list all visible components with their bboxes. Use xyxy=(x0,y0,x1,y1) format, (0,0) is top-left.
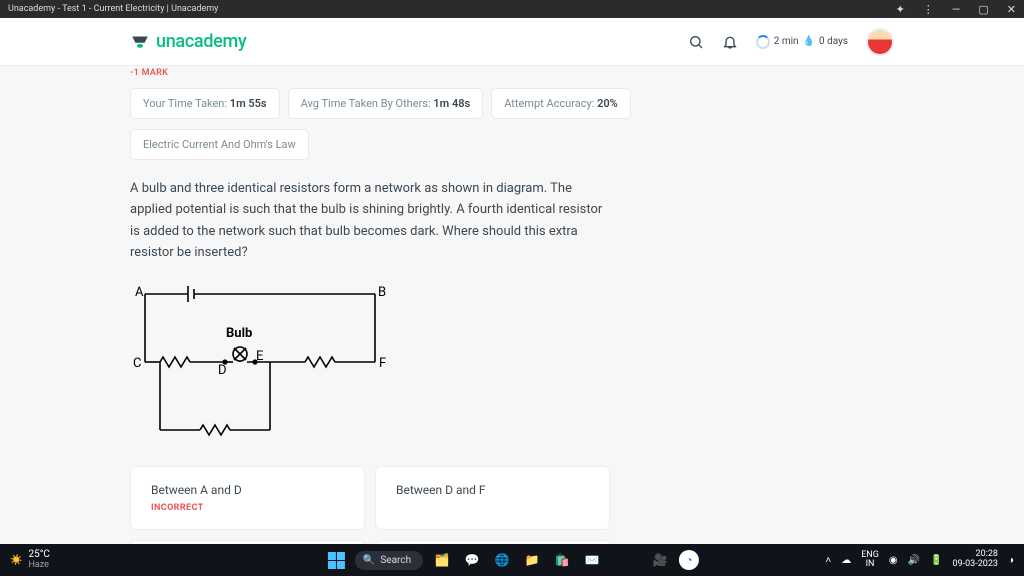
taskbar-center: 🔍 Search 🗂️ 💬 🌐 📁 🛍️ ✉️ 🎥 ◔ xyxy=(325,549,699,571)
progress-ring-icon xyxy=(756,35,770,49)
taskbar-search[interactable]: 🔍 Search xyxy=(355,551,423,570)
avatar[interactable] xyxy=(866,28,894,56)
your-time-label: Your Time Taken: xyxy=(143,97,230,110)
battery-icon[interactable]: 🔋 xyxy=(930,555,942,566)
window-title: Unacademy - Test 1 - Current Electricity… xyxy=(8,4,896,14)
options-grid: Between A and D INCORRECT Between D and … xyxy=(130,466,610,544)
option-a[interactable]: Between A and D INCORRECT xyxy=(130,466,365,530)
your-time-value: 1m 55s xyxy=(230,97,267,110)
streak-days: 0 days xyxy=(819,36,848,47)
option-status: INCORRECT xyxy=(151,503,344,513)
streak-widget[interactable]: 2 min 💧 0 days xyxy=(756,35,848,49)
app-icon-2[interactable]: ◔ xyxy=(679,550,699,570)
bell-icon[interactable] xyxy=(722,34,738,50)
circuit-diagram: A B C D E F Bulb xyxy=(130,282,390,442)
streak-drop-icon: 💧 xyxy=(803,36,815,47)
avg-time-label: Avg Time Taken By Others: xyxy=(301,97,434,110)
mark-badge: -1 MARK xyxy=(130,68,880,78)
main-content: -1 MARK Your Time Taken: 1m 55s Avg Time… xyxy=(0,66,1010,544)
weather-temp: 25°C xyxy=(28,550,49,560)
streak-time: 2 min xyxy=(774,36,799,47)
search-icon[interactable] xyxy=(688,34,704,50)
search-icon: 🔍 xyxy=(363,555,375,566)
task-view-icon[interactable]: 🗂️ xyxy=(431,549,453,571)
avg-time-value: 1m 48s xyxy=(433,97,470,110)
search-label: Search xyxy=(380,555,411,566)
label-e: E xyxy=(256,349,263,364)
chevron-up-icon[interactable]: ˄ xyxy=(825,555,831,566)
edge-icon[interactable]: 🌐 xyxy=(491,549,513,571)
taskbar-right: ˄ ☁ ENG IN ◉ 🔊 🔋 20:28 09-03-2023 ◑ xyxy=(825,550,1014,570)
label-d: D xyxy=(218,363,227,378)
app-icon-1[interactable]: 🎥 xyxy=(649,549,671,571)
option-b[interactable]: Between D and F xyxy=(375,466,610,530)
accuracy-label: Attempt Accuracy: xyxy=(504,97,597,110)
clock[interactable]: 20:28 09-03-2023 xyxy=(953,550,998,570)
label-f: F xyxy=(379,356,386,371)
cloud-icon[interactable]: ☁ xyxy=(841,555,851,566)
weather-icon: ☀️ xyxy=(10,555,22,566)
minimize-button[interactable]: ― xyxy=(952,3,961,16)
app-header: unacademy 2 min 💧 0 days xyxy=(0,18,1024,66)
stat-chips: Your Time Taken: 1m 55s Avg Time Taken B… xyxy=(130,88,880,119)
mail-icon[interactable]: ✉️ xyxy=(581,549,603,571)
notifications-icon[interactable]: ◑ xyxy=(1008,555,1014,566)
explorer-icon[interactable]: 📁 xyxy=(521,549,543,571)
brand-text: unacademy xyxy=(156,31,246,52)
window-titlebar: Unacademy - Test 1 - Current Electricity… xyxy=(0,0,1024,18)
wifi-icon[interactable]: ◉ xyxy=(889,555,898,566)
maximize-button[interactable]: ▢ xyxy=(978,3,988,16)
avg-time-chip: Avg Time Taken By Others: 1m 48s xyxy=(288,88,484,119)
extension-icon[interactable]: ✦ xyxy=(896,3,905,16)
teams-icon[interactable]: 💬 xyxy=(461,549,483,571)
taskbar: ☀️ 25°C Haze 🔍 Search 🗂️ 💬 🌐 📁 🛍️ ✉️ 🎥 ◔… xyxy=(0,544,1024,576)
start-button[interactable] xyxy=(325,549,347,571)
accuracy-chip: Attempt Accuracy: 20% xyxy=(491,88,631,119)
language-indicator[interactable]: ENG IN xyxy=(861,551,879,569)
option-label: Between A and D xyxy=(151,483,344,497)
your-time-chip: Your Time Taken: 1m 55s xyxy=(130,88,280,119)
logo-icon xyxy=(130,35,150,49)
volume-icon[interactable]: 🔊 xyxy=(908,555,920,566)
question-text: A bulb and three identical resistors for… xyxy=(130,178,610,264)
option-label: Between D and F xyxy=(396,483,589,497)
weather-widget[interactable]: ☀️ 25°C Haze xyxy=(10,550,50,570)
close-button[interactable]: ✕ xyxy=(1007,3,1016,16)
spacer xyxy=(611,549,641,571)
menu-icon[interactable]: ⋮ xyxy=(923,3,934,16)
window-controls: ✦ ⋮ ― ▢ ✕ xyxy=(896,3,1016,16)
brand-logo[interactable]: unacademy xyxy=(130,31,246,52)
topic-chip[interactable]: Electric Current And Ohm's Law xyxy=(130,129,309,160)
store-icon[interactable]: 🛍️ xyxy=(551,549,573,571)
accuracy-value: 20% xyxy=(597,97,618,110)
label-b: B xyxy=(378,285,386,300)
label-bulb: Bulb xyxy=(226,326,252,341)
label-a: A xyxy=(135,285,144,300)
weather-cond: Haze xyxy=(28,560,49,570)
label-c: C xyxy=(133,356,141,371)
header-right: 2 min 💧 0 days xyxy=(688,28,894,56)
